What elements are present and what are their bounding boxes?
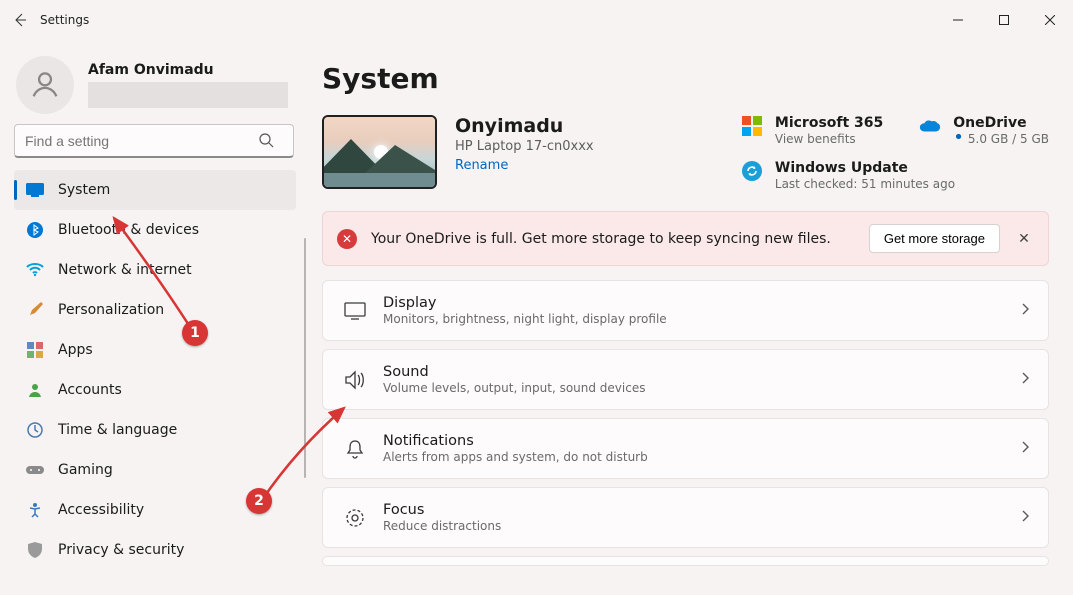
- avatar: [16, 56, 74, 114]
- nav-item-personalization[interactable]: Personalization: [14, 290, 296, 330]
- card-sub: •5.0 GB / 5 GB: [953, 132, 1049, 146]
- back-arrow-icon: [12, 12, 28, 28]
- device-name: Onyimadu: [455, 115, 594, 137]
- brush-icon: [26, 301, 44, 319]
- minimize-button[interactable]: [935, 0, 981, 40]
- device-info: Onyimadu HP Laptop 17-cn0xxx Rename: [455, 115, 594, 173]
- search-box[interactable]: [14, 124, 296, 158]
- main-content: System Onyimadu HP Laptop 17-cn0xxx Rena…: [310, 40, 1073, 595]
- row-title: Display: [383, 295, 667, 311]
- row-sub: Monitors, brightness, night light, displ…: [383, 312, 667, 326]
- card-microsoft-365[interactable]: Microsoft 365 View benefits: [741, 115, 883, 146]
- sound-icon: [341, 370, 369, 390]
- apps-icon: [26, 341, 44, 359]
- row-sub: Reduce distractions: [383, 519, 501, 533]
- search-input[interactable]: [14, 124, 294, 158]
- clock-globe-icon: [26, 421, 44, 439]
- onedrive-full-alert: ✕ Your OneDrive is full. Get more storag…: [322, 211, 1049, 266]
- rename-link[interactable]: Rename: [455, 158, 508, 173]
- card-title: OneDrive: [953, 115, 1049, 131]
- nav-item-network[interactable]: Network & internet: [14, 250, 296, 290]
- titlebar: Settings: [0, 0, 1073, 40]
- back-button[interactable]: [0, 12, 40, 28]
- nav-label: Personalization: [58, 302, 164, 318]
- nav-label: Privacy & security: [58, 542, 184, 558]
- card-sub: View benefits: [775, 132, 883, 146]
- maximize-icon: [999, 15, 1009, 25]
- nav-label: Network & internet: [58, 262, 192, 278]
- nav-label: Gaming: [58, 462, 113, 478]
- chevron-right-icon: [1020, 370, 1030, 389]
- accounts-icon: [26, 381, 44, 399]
- close-icon: [1045, 15, 1055, 25]
- row-notifications[interactable]: Notifications Alerts from apps and syste…: [322, 418, 1049, 479]
- accessibility-icon: [26, 501, 44, 519]
- row-title: Focus: [383, 502, 501, 518]
- nav-item-system[interactable]: System: [14, 170, 296, 210]
- nav-label: Accessibility: [58, 502, 144, 518]
- person-icon: [28, 68, 62, 102]
- profile-text: Afam Onvimadu: [88, 62, 288, 108]
- nav-item-privacy[interactable]: Privacy & security: [14, 530, 296, 570]
- alert-close-button[interactable]: ✕: [1014, 231, 1034, 247]
- close-button[interactable]: [1027, 0, 1073, 40]
- row-sound[interactable]: Sound Volume levels, output, input, soun…: [322, 349, 1049, 410]
- nav-label: Accounts: [58, 382, 122, 398]
- annotation-badge-2: 2: [246, 488, 272, 514]
- profile-email-redacted: [88, 82, 288, 108]
- windows-update-icon: [741, 160, 763, 182]
- row-sub: Volume levels, output, input, sound devi…: [383, 381, 645, 395]
- nav-label: System: [58, 182, 110, 198]
- row-focus[interactable]: Focus Reduce distractions: [322, 487, 1049, 548]
- page-title: System: [322, 62, 1049, 95]
- microsoft-365-icon: [741, 115, 763, 137]
- nav-item-apps[interactable]: Apps: [14, 330, 296, 370]
- card-sub: Last checked: 51 minutes ago: [775, 177, 955, 191]
- shield-icon: [26, 541, 44, 559]
- wifi-icon: [26, 261, 44, 279]
- window-title: Settings: [40, 13, 89, 27]
- system-top-row: Onyimadu HP Laptop 17-cn0xxx Rename Micr…: [322, 115, 1049, 191]
- window-controls: [935, 0, 1073, 40]
- device-thumbnail[interactable]: [322, 115, 437, 189]
- nav-label: Time & language: [58, 422, 177, 438]
- row-title: Sound: [383, 364, 645, 380]
- bell-icon: [341, 439, 369, 459]
- alert-error-icon: ✕: [337, 229, 357, 249]
- device-model: HP Laptop 17-cn0xxx: [455, 139, 594, 154]
- sidebar-scrollbar[interactable]: [304, 238, 306, 478]
- card-title: Windows Update: [775, 160, 955, 176]
- card-onedrive[interactable]: OneDrive •5.0 GB / 5 GB: [919, 115, 1049, 146]
- chevron-right-icon: [1020, 508, 1030, 527]
- minimize-icon: [953, 15, 963, 25]
- row-title: Notifications: [383, 433, 648, 449]
- gamepad-icon: [26, 461, 44, 479]
- display-icon: [341, 302, 369, 320]
- chevron-right-icon: [1020, 439, 1030, 458]
- nav-item-accounts[interactable]: Accounts: [14, 370, 296, 410]
- maximize-button[interactable]: [981, 0, 1027, 40]
- system-icon: [26, 181, 44, 199]
- row-display[interactable]: Display Monitors, brightness, night ligh…: [322, 280, 1049, 341]
- bluetooth-icon: [26, 221, 44, 239]
- alert-message: Your OneDrive is full. Get more storage …: [371, 231, 855, 247]
- nav-label: Apps: [58, 342, 93, 358]
- nav-item-time-language[interactable]: Time & language: [14, 410, 296, 450]
- onedrive-icon: [919, 115, 941, 137]
- profile-block[interactable]: Afam Onvimadu: [16, 56, 296, 114]
- nav-item-bluetooth[interactable]: Bluetooth & devices: [14, 210, 296, 250]
- profile-name: Afam Onvimadu: [88, 62, 288, 78]
- card-windows-update[interactable]: Windows Update Last checked: 51 minutes …: [741, 160, 1049, 191]
- annotation-badge-1: 1: [182, 320, 208, 346]
- get-more-storage-button[interactable]: Get more storage: [869, 224, 1000, 253]
- row-partial[interactable]: [322, 556, 1049, 566]
- search-icon: [258, 132, 274, 152]
- row-sub: Alerts from apps and system, do not dist…: [383, 450, 648, 464]
- nav-label: Bluetooth & devices: [58, 222, 199, 238]
- card-title: Microsoft 365: [775, 115, 883, 131]
- focus-icon: [341, 508, 369, 528]
- chevron-right-icon: [1020, 301, 1030, 320]
- nav-item-gaming[interactable]: Gaming: [14, 450, 296, 490]
